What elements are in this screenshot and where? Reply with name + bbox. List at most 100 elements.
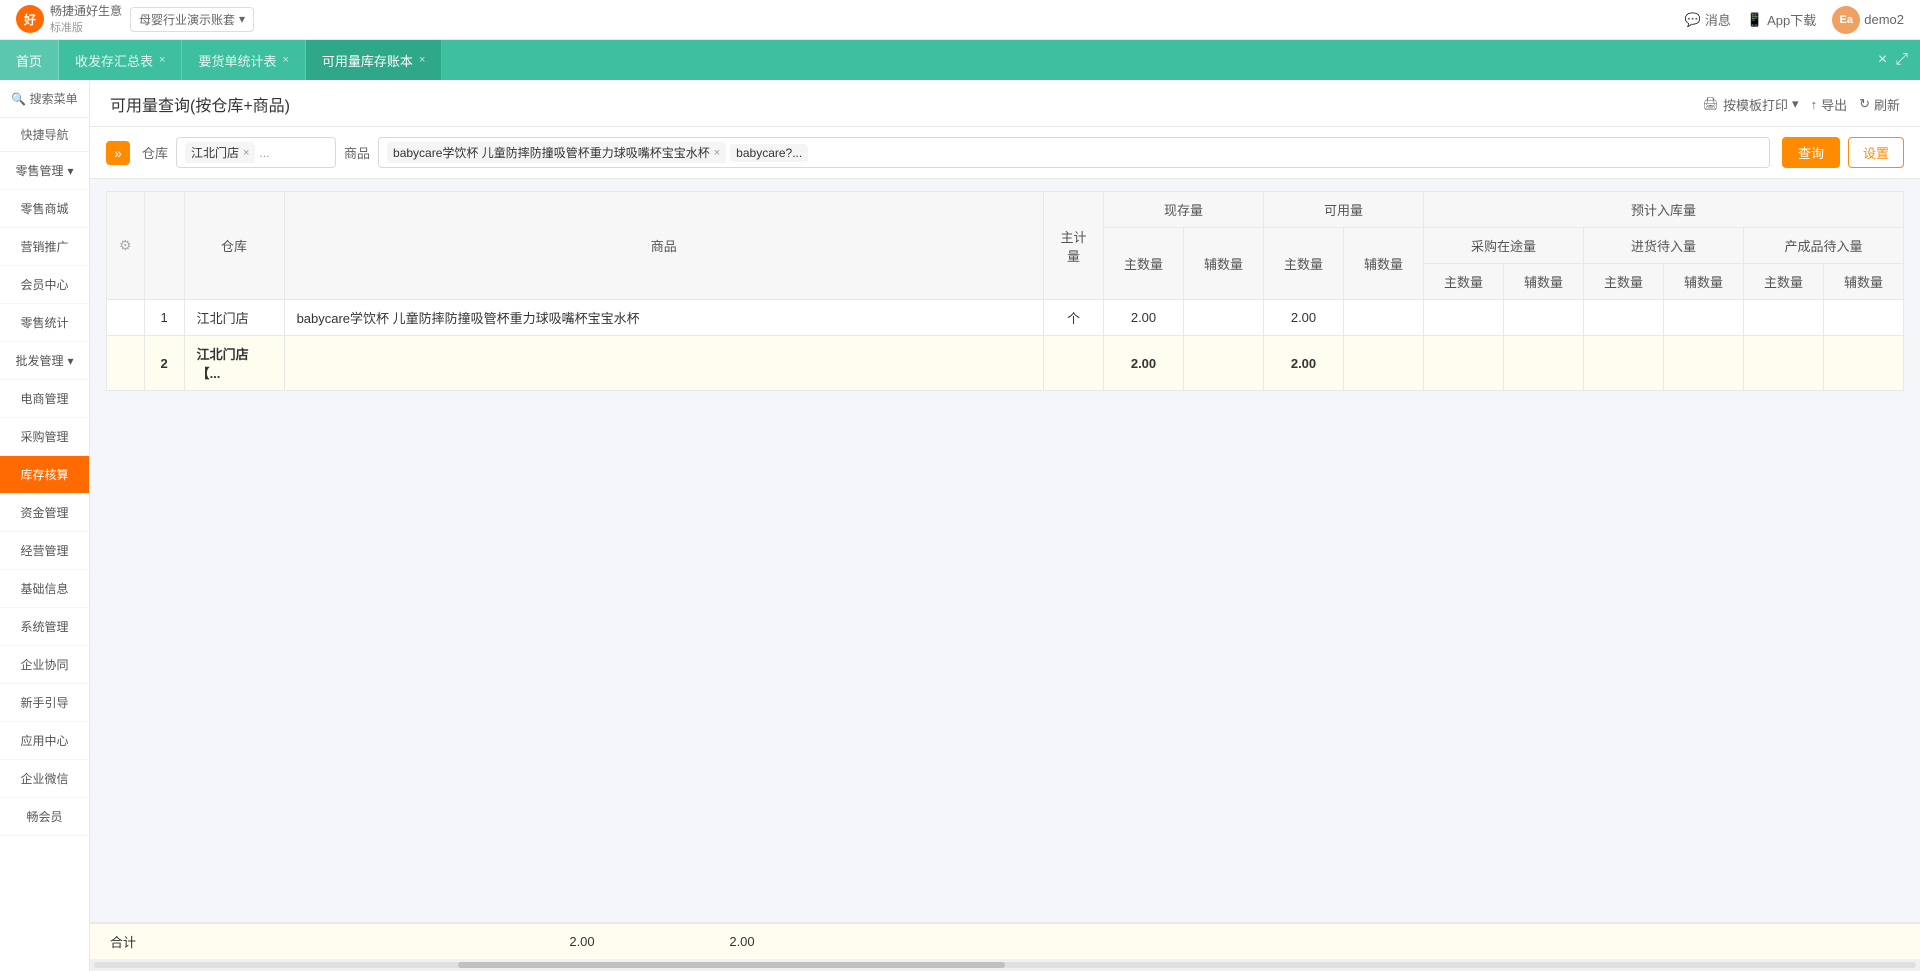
sidebar-vip-label: 畅会员 <box>26 808 62 825</box>
sidebar-item-inventory[interactable]: 库存核算 <box>0 456 89 494</box>
sidebar-member-label: 会员中心 <box>20 276 68 293</box>
tab-home[interactable]: 首页 <box>0 40 59 80</box>
product-tag2-value: babycare?... <box>736 146 802 160</box>
tab-receipt-summary[interactable]: 收发存汇总表 × <box>59 40 182 80</box>
sidebar-operation-label: 经营管理 <box>20 542 68 559</box>
sidebar-item-finance[interactable]: 资金管理 <box>0 494 89 532</box>
user-area[interactable]: Ea demo2 <box>1832 6 1904 34</box>
refresh-icon: ↻ <box>1859 96 1870 112</box>
app-label: App下载 <box>1767 10 1816 29</box>
th-pending-aux: 辅数量 <box>1664 264 1744 300</box>
sidebar-item-member[interactable]: 会员中心 <box>0 266 89 304</box>
print-label: 按模板打印 <box>1723 95 1788 114</box>
tab-available-stock-close[interactable]: × <box>419 54 425 66</box>
th-gear: ⚙ <box>107 192 145 300</box>
tab-receipt-summary-close[interactable]: × <box>159 54 165 66</box>
tab-order-stats-close[interactable]: × <box>282 54 288 66</box>
row1-gear <box>107 300 145 336</box>
th-purchase-aux: 辅数量 <box>1504 264 1584 300</box>
product-tag1-close[interactable]: × <box>714 147 720 159</box>
sidebar-item-operation[interactable]: 经营管理 <box>0 532 89 570</box>
toggle-icon: » <box>114 145 122 161</box>
row1-produce-main <box>1744 300 1824 336</box>
sidebar-item-marketing[interactable]: 营销推广 <box>0 228 89 266</box>
print-dropdown-icon: ▾ <box>1792 96 1799 112</box>
product-filter-input[interactable]: babycare学饮杯 儿童防摔防撞吸管杯重力球吸嘴杯宝宝水杯 × babyca… <box>378 137 1770 168</box>
app-icon: 📱 <box>1747 12 1763 28</box>
warehouse-tag-value: 江北门店 <box>191 144 239 161</box>
row1-warehouse: 江北门店 <box>184 300 284 336</box>
top-bar-left: 好 畅捷通好生意 标准版 母婴行业演示账套 ▾ <box>16 4 254 34</box>
industry-selector[interactable]: 母婴行业演示账套 ▾ <box>130 7 254 32</box>
th-produce-main: 主数量 <box>1744 264 1824 300</box>
sidebar-item-enterprise-coop[interactable]: 企业协同 <box>0 646 89 684</box>
row1-product: babycare学饮杯 儿童防摔防撞吸管杯重力球吸嘴杯宝宝水杯 <box>284 300 1043 336</box>
sidebar-item-retail-mgmt[interactable]: 零售管理 ▾ <box>0 152 89 190</box>
settings-btn[interactable]: 设置 <box>1848 137 1904 168</box>
app-download-btn[interactable]: 📱 App下载 <box>1747 10 1816 29</box>
sidebar-search[interactable]: 🔍 搜索菜单 <box>0 80 89 118</box>
th-purchase-main: 主数量 <box>1424 264 1504 300</box>
sidebar-wholesale-label: 批发管理 <box>15 352 63 369</box>
maximize-btn[interactable]: ⤢ <box>1895 51 1908 69</box>
sidebar-item-enterprise-wechat[interactable]: 企业微信 <box>0 760 89 798</box>
warehouse-tag-close[interactable]: × <box>243 147 249 159</box>
sidebar-item-purchase[interactable]: 采购管理 <box>0 418 89 456</box>
row2-produce-aux <box>1824 336 1904 391</box>
top-bar-right: 💬 消息 📱 App下载 Ea demo2 <box>1685 6 1904 34</box>
tab-order-stats[interactable]: 要货单统计表 × <box>182 40 305 80</box>
sidebar-item-new-guide[interactable]: 新手引导 <box>0 684 89 722</box>
sidebar-item-ecommerce[interactable]: 电商管理 <box>0 380 89 418</box>
th-produce-aux: 辅数量 <box>1824 264 1904 300</box>
logo-sub: 标准版 <box>50 19 122 35</box>
sidebar-item-system[interactable]: 系统管理 <box>0 608 89 646</box>
logo-area: 好 畅捷通好生意 标准版 <box>16 4 122 34</box>
th-no <box>144 192 184 300</box>
logo-text: 畅捷通好生意 <box>50 4 122 18</box>
gear-icon[interactable]: ⚙ <box>119 237 132 253</box>
filter-bar: » 仓库 江北门店 × ... 商品 babycare学饮杯 儿童防摔防撞吸管杯… <box>90 127 1920 179</box>
warehouse-filter-input[interactable]: 江北门店 × ... <box>176 137 336 168</box>
row1-unit: 个 <box>1044 300 1104 336</box>
row1-available-main: 2.00 <box>1264 300 1344 336</box>
sidebar-basic-label: 基础信息 <box>20 580 68 597</box>
logo-text-area: 畅捷通好生意 标准版 <box>50 4 122 34</box>
message-label: 消息 <box>1705 10 1731 29</box>
export-btn[interactable]: ↑ 导出 <box>1811 95 1848 114</box>
page-actions: 🖨 按模板打印 ▾ ↑ 导出 ↻ 刷新 <box>1703 95 1901 114</box>
product-filter-label: 商品 <box>344 143 370 162</box>
logo-icon: 好 <box>16 5 44 33</box>
sidebar-purchase-label: 采购管理 <box>20 428 68 445</box>
query-btn[interactable]: 查询 <box>1782 137 1840 168</box>
message-btn[interactable]: 💬 消息 <box>1685 10 1731 29</box>
scroll-bar-thumb <box>458 962 1005 968</box>
row1-purchase-aux <box>1504 300 1584 336</box>
row1-available-aux <box>1344 300 1424 336</box>
close-tab-btn[interactable]: × <box>1878 51 1887 69</box>
scroll-bar-area[interactable] <box>90 959 1920 971</box>
sidebar-item-retail-stats[interactable]: 零售统计 <box>0 304 89 342</box>
th-pending-main: 主数量 <box>1584 264 1664 300</box>
scroll-bar-track <box>94 962 1916 968</box>
sidebar-item-wholesale[interactable]: 批发管理 ▾ <box>0 342 89 380</box>
tab-home-label: 首页 <box>16 51 42 70</box>
filter-toggle-btn[interactable]: » <box>106 141 130 165</box>
print-btn[interactable]: 🖨 按模板打印 ▾ <box>1703 95 1799 114</box>
export-icon: ↑ <box>1811 97 1818 112</box>
row2-purchase-main <box>1424 336 1504 391</box>
row1-pending-aux <box>1664 300 1744 336</box>
sidebar-search-label: 搜索菜单 <box>30 92 78 106</box>
tab-bar: 首页 收发存汇总表 × 要货单统计表 × 可用量库存账本 × × ⤢ <box>0 40 1920 80</box>
sidebar-item-basic[interactable]: 基础信息 <box>0 570 89 608</box>
sidebar-quick-nav[interactable]: 快捷导航 <box>0 118 89 152</box>
th-produce-group: 产成品待入量 <box>1744 228 1904 264</box>
tab-available-stock[interactable]: 可用量库存账本 × <box>306 40 442 80</box>
th-stock-main: 主数量 <box>1104 228 1184 300</box>
sidebar-item-vip[interactable]: 畅会员 <box>0 798 89 836</box>
sidebar-item-retail-mall[interactable]: 零售商城 <box>0 190 89 228</box>
sidebar-new-guide-label: 新手引导 <box>20 694 68 711</box>
refresh-btn[interactable]: ↻ 刷新 <box>1859 95 1900 114</box>
filter-actions: 查询 设置 <box>1782 137 1904 168</box>
sidebar-item-app-center[interactable]: 应用中心 <box>0 722 89 760</box>
row1-stock-aux <box>1184 300 1264 336</box>
